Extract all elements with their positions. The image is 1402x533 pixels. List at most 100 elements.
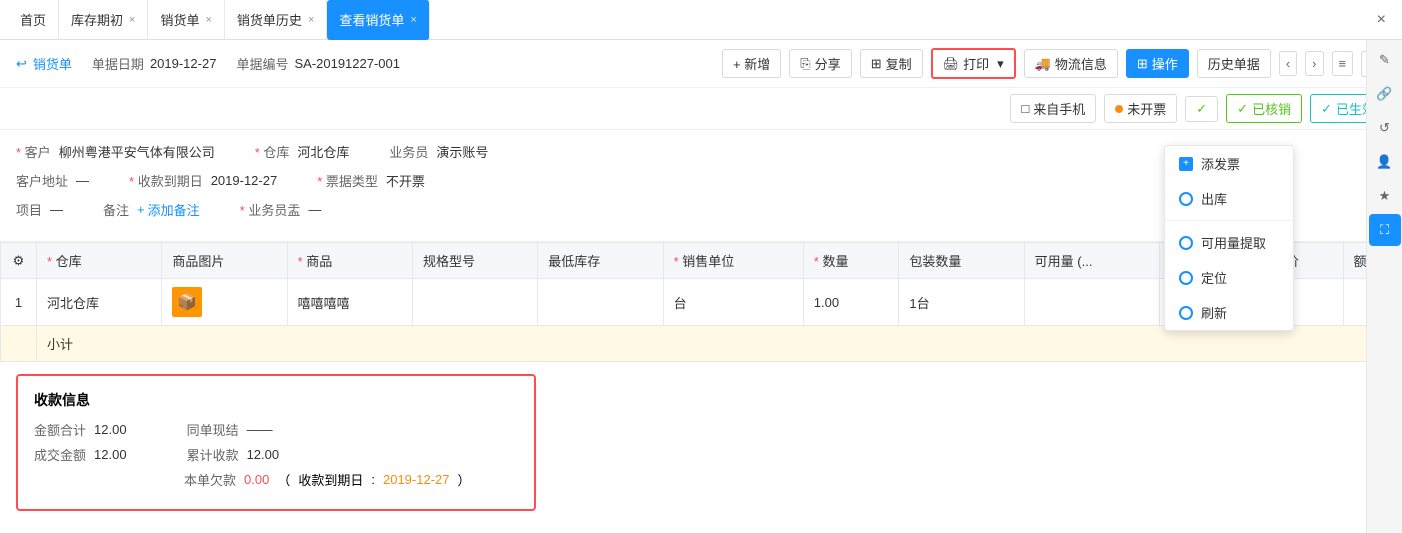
locate-label: 定位 — [1201, 268, 1227, 287]
right-sidebar: ✎ 🔗 ↺ 👤 ★ ⛶ — [1366, 40, 1402, 533]
tab-sales-history-close[interactable]: × — [308, 14, 314, 26]
row-pack-qty-cell: 1台 — [899, 279, 1024, 326]
window-close-button[interactable]: × — [1369, 7, 1394, 33]
warehouse-value: 河北仓库 — [297, 142, 349, 161]
col-warehouse: 仓库 — [37, 243, 162, 279]
copy-button[interactable]: ⊞ 复制 — [860, 49, 923, 78]
sidebar-edit-icon[interactable]: ✎ — [1369, 44, 1401, 76]
tab-sales-history-label: 销货单历史 — [237, 10, 302, 29]
address-label: 客户地址 — [16, 171, 68, 190]
subtotal-settings — [1, 326, 37, 362]
menu-item-warehouse-out[interactable]: 出库 — [1165, 181, 1293, 216]
print-dropdown-arrow[interactable]: ▾ — [997, 56, 1004, 72]
refresh-label: 刷新 — [1201, 303, 1227, 322]
tab-inventory-init[interactable]: 库存期初 × — [59, 0, 148, 40]
print-button-label: 打印 — [963, 54, 989, 73]
tab-check-sales-label: 查看销货单 — [339, 10, 404, 29]
tab-inventory-init-close[interactable]: × — [129, 14, 135, 26]
confirm-button[interactable]: ✓ — [1185, 96, 1218, 122]
operations-button[interactable]: ⊞ 操作 — [1126, 49, 1189, 78]
doc-date-meta: 单据日期 2019-12-27 — [92, 54, 217, 73]
customer-field: 客户 柳州粤港平安气体有限公司 — [16, 142, 215, 161]
customer-value: 柳州粤港平安气体有限公司 — [59, 142, 215, 161]
refresh-icon — [1179, 306, 1193, 320]
payment-row-2: 成交金额 12.00 累计收款 12.00 — [34, 445, 518, 464]
tab-home-label: 首页 — [20, 10, 46, 29]
doc-actions: + 新增 ⎘ 分享 ⊞ 复制 🖨 打印 ▾ 🚚 物流信息 ⊞ 操作 — [722, 48, 1386, 79]
tab-sales-history[interactable]: 销货单历史 × — [225, 0, 327, 40]
tab-sales-order-label: 销货单 — [160, 10, 199, 29]
next-button[interactable]: › — [1305, 51, 1323, 76]
new-button-label: + 新增 — [733, 54, 770, 73]
grid-icon: ⊞ — [1137, 56, 1148, 72]
row-available-cell — [1024, 279, 1159, 326]
sidebar-link-icon[interactable]: 🔗 — [1369, 78, 1401, 110]
history-button-label: 历史单据 — [1208, 54, 1260, 73]
closed-status-button[interactable]: ✓ 已核销 — [1226, 94, 1302, 123]
col-available: 可用量 (... — [1024, 243, 1159, 279]
menu-item-refresh[interactable]: 刷新 — [1165, 295, 1293, 330]
prev-button[interactable]: ‹ — [1279, 51, 1297, 76]
list-view-button[interactable]: ≡ — [1332, 51, 1354, 76]
payment-title: 收款信息 — [34, 390, 518, 410]
salesperson-field: 业务员盂 — — [240, 200, 322, 219]
transaction-amount-label: 成交金额 — [34, 445, 86, 464]
print-icon: 🖨 — [943, 56, 960, 72]
tab-sales-order[interactable]: 销货单 × — [148, 0, 224, 40]
menu-divider — [1165, 220, 1293, 221]
locate-icon — [1179, 271, 1193, 285]
outstanding-due-label: 收款到期日 — [298, 470, 363, 489]
tab-check-sales[interactable]: 查看销货单 × — [327, 0, 429, 40]
print-button[interactable]: 🖨 打印 ▾ — [931, 48, 1016, 79]
confirm-icon: ✓ — [1196, 101, 1207, 117]
doc-number-meta: 单据编号 SA-20191227-001 — [236, 54, 400, 73]
menu-item-available-qty[interactable]: 可用量提取 — [1165, 225, 1293, 260]
doc-date-label: 单据日期 — [92, 54, 144, 73]
col-spec: 规格型号 — [412, 243, 537, 279]
menu-item-add-invoice[interactable]: + 添发票 — [1165, 146, 1293, 181]
row-quantity-cell: 1.00 — [803, 279, 899, 326]
ticket-type-value: 不开票 — [386, 171, 425, 190]
share-button[interactable]: ⎘ 分享 — [789, 49, 851, 78]
tab-check-sales-close[interactable]: × — [410, 14, 416, 26]
menu-item-locate[interactable]: 定位 — [1165, 260, 1293, 295]
payment-row-1: 金额合计 12.00 同单现结 —— — [34, 420, 518, 439]
add-invoice-label: 添发票 — [1201, 154, 1240, 173]
address-field: 客户地址 — — [16, 171, 89, 190]
tab-inventory-init-label: 库存期初 — [71, 10, 123, 29]
tab-sales-order-close[interactable]: × — [205, 14, 211, 26]
cumulative-receipt-label: 累计收款 — [187, 445, 239, 464]
from-mobile-button[interactable]: □ 来自手机 — [1010, 94, 1096, 123]
doc-number-value: SA-20191227-001 — [294, 56, 400, 71]
tab-home[interactable]: 首页 — [8, 0, 59, 40]
sidebar-expand-icon[interactable]: ⛶ — [1369, 214, 1401, 246]
logistics-button[interactable]: 🚚 物流信息 — [1024, 49, 1118, 78]
not-opened-button[interactable]: 未开票 — [1104, 94, 1177, 123]
add-remark-button[interactable]: 添加备注 — [137, 200, 200, 219]
total-amount-field: 金额合计 12.00 — [34, 420, 127, 439]
list-view-icon: ≡ — [1339, 56, 1347, 71]
row-num-cell: 1 — [1, 279, 37, 326]
copy-icon: ⊞ — [871, 56, 882, 72]
total-amount-label: 金额合计 — [34, 420, 86, 439]
main-content: ↩ 销货单 单据日期 2019-12-27 单据编号 SA-20191227-0… — [0, 40, 1402, 533]
sidebar-reload-icon[interactable]: ↺ — [1369, 112, 1401, 144]
sidebar-user-icon[interactable]: 👤 — [1369, 146, 1401, 178]
available-qty-icon — [1179, 236, 1193, 250]
history-button[interactable]: 历史单据 — [1197, 49, 1271, 78]
logistics-button-label: 物流信息 — [1055, 54, 1107, 73]
col-unit: 销售单位 — [663, 243, 803, 279]
project-value: — — [50, 202, 63, 217]
sidebar-star-icon[interactable]: ★ — [1369, 180, 1401, 212]
warehouse-out-label: 出库 — [1201, 189, 1227, 208]
available-qty-label: 可用量提取 — [1201, 233, 1266, 252]
operator-field: 业务员 演示账号 — [389, 142, 488, 161]
warehouse-label: 仓库 — [255, 142, 290, 161]
salesperson-label: 业务员盂 — [240, 200, 301, 219]
salesperson-value: — — [308, 202, 321, 217]
toolbar-row2: □ 来自手机 未开票 ✓ ✓ 已核销 ✓ 已生效 — [0, 88, 1402, 130]
col-min-stock: 最低库存 — [538, 243, 663, 279]
ticket-type-field: 票据类型 不开票 — [317, 171, 425, 190]
ticket-type-label: 票据类型 — [317, 171, 378, 190]
new-button[interactable]: + 新增 — [722, 49, 781, 78]
